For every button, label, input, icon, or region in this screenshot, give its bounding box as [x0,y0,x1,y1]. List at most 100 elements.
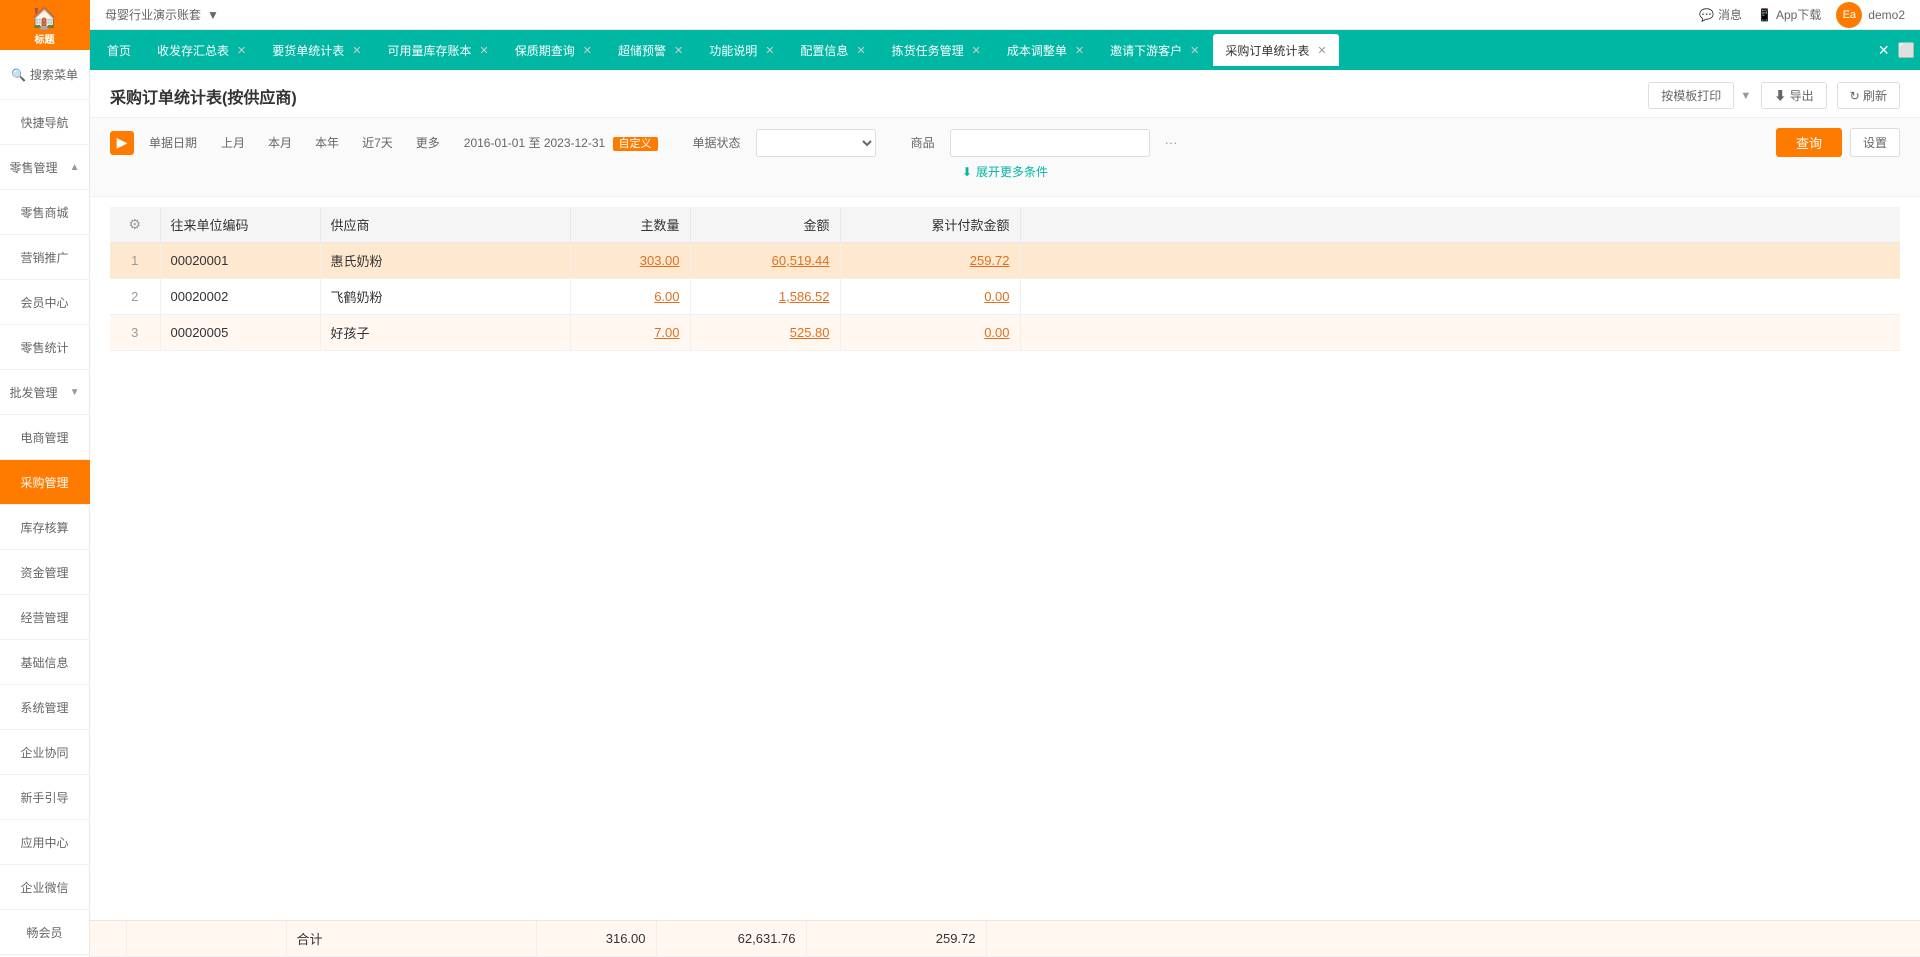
tab-purchase-stats-close[interactable]: ✕ [1317,44,1326,57]
table-row[interactable]: 2 00020002 飞鹤奶粉 6.00 1,586.52 0.00 [110,279,1900,315]
row-empty [1020,315,1900,351]
tab-pick-task-close[interactable]: ✕ [972,44,981,57]
tab-cost-adjust-close[interactable]: ✕ [1075,44,1084,57]
sidebar-item-finance[interactable]: 资金管理 [0,550,90,595]
tab-warranty[interactable]: 保质期查询 ✕ [503,34,604,66]
date-shortcut-7days[interactable]: 近7天 [353,131,402,154]
sidebar-item-ops[interactable]: 经营管理 [0,595,90,640]
sidebar-item-wechat[interactable]: 企业微信 [0,865,90,910]
footer-empty-code [126,921,286,957]
app-download-button[interactable]: 📱 App下载 [1757,6,1821,23]
goods-filter-input[interactable] [950,129,1150,157]
sidebar: 🏠 标题 🔍 搜索菜单 快捷导航 零售管理 ▲ 零售商城 营销推广 会员中心 零… [0,0,90,957]
tab-overstock-close[interactable]: ✕ [674,44,683,57]
nav-tabs: 首页 收发存汇总表 ✕ 要货单统计表 ✕ 可用量库存账本 ✕ 保质期查询 ✕ 超… [90,30,1920,70]
message-button[interactable]: 💬 消息 [1699,6,1742,23]
maximize-icon[interactable]: ⬜ [1898,42,1915,59]
sidebar-item-retail[interactable]: 零售管理 ▲ [0,145,90,190]
amount-link[interactable]: 60,519.44 [772,253,830,268]
refresh-button[interactable]: ↻ 刷新 [1837,82,1900,109]
tab-guide[interactable]: 功能说明 ✕ [697,34,786,66]
sidebar-item-guide[interactable]: 新手引导 [0,775,90,820]
settings-button[interactable]: 设置 [1850,128,1900,157]
paid-link[interactable]: 0.00 [984,289,1009,304]
sidebar-item-wholesale[interactable]: 批发管理 ▼ [0,370,90,415]
gear-icon[interactable]: ⚙ [128,216,141,232]
expand-filter-button[interactable]: ⬇ 展开更多条件 [962,163,1048,180]
paid-link[interactable]: 259.72 [970,253,1010,268]
close-all-icon[interactable]: ✕ [1878,42,1890,59]
print-dropdown-icon[interactable]: ▼ [1740,90,1751,102]
tab-config-close[interactable]: ✕ [856,44,865,57]
date-shortcut-this-month[interactable]: 本月 [259,131,301,154]
query-button[interactable]: 查询 [1776,128,1842,157]
sidebar-item-retail-shop[interactable]: 零售商城 [0,190,90,235]
user-menu[interactable]: Ea demo2 [1836,2,1905,28]
tab-guide-close[interactable]: ✕ [765,44,774,57]
amount-link[interactable]: 1,586.52 [779,289,830,304]
table-row[interactable]: 1 00020001 惠氏奶粉 303.00 60,519.44 259.72 [110,243,1900,279]
tab-collect[interactable]: 收发存汇总表 ✕ [145,34,258,66]
table-row[interactable]: 3 00020005 好孩子 7.00 525.80 0.00 [110,315,1900,351]
col-header-supplier: 供应商 [320,207,570,243]
nav-tabs-actions: ✕ ⬜ [1878,42,1915,59]
table-header-row: ⚙ 往来单位编码 供应商 主数量 金额 累计付款金额 [110,207,1900,243]
row-index: 1 [110,243,160,279]
paid-link[interactable]: 0.00 [984,325,1009,340]
sidebar-item-purchase[interactable]: 采购管理 [0,460,90,505]
qty-link[interactable]: 7.00 [654,325,679,340]
tab-purchase-stats[interactable]: 采购订单统计表 ✕ [1213,34,1338,66]
goods-filter-more-icon[interactable]: ··· [1165,135,1178,150]
tab-order-stats[interactable]: 要货单统计表 ✕ [260,34,373,66]
tab-home[interactable]: 首页 [95,34,143,66]
sidebar-quick-nav[interactable]: 快捷导航 [0,100,90,145]
sidebar-item-enterprise[interactable]: 企业协同 [0,730,90,775]
date-shortcut-more[interactable]: 更多 [407,131,449,154]
tab-pick-task-label: 拣货任务管理 [892,42,964,59]
footer-label: 合计 [286,921,536,957]
tab-inventory-book[interactable]: 可用量库存账本 ✕ [375,34,500,66]
sidebar-item-label: 采购管理 [20,474,68,491]
sidebar-item-system[interactable]: 系统管理 [0,685,90,730]
tab-collect-close[interactable]: ✕ [237,44,246,57]
tab-overstock[interactable]: 超储预警 ✕ [606,34,695,66]
qty-link[interactable]: 303.00 [640,253,680,268]
filter-row: ▶ 单据日期 上月 本月 本年 近7天 更多 2016-01-01 至 2023… [110,128,1900,157]
row-paid: 0.00 [840,315,1020,351]
footer-amount: 62,631.76 [656,921,806,957]
col-header-code: 往来单位编码 [160,207,320,243]
sidebar-item-retail-stats[interactable]: 零售统计 [0,325,90,370]
tab-inventory-book-close[interactable]: ✕ [480,44,489,57]
status-filter-select[interactable] [756,129,876,157]
amount-link[interactable]: 525.80 [790,325,830,340]
app-download-label: App下载 [1776,6,1821,23]
row-index: 2 [110,279,160,315]
sidebar-item-basic[interactable]: 基础信息 [0,640,90,685]
tab-pick-task[interactable]: 拣货任务管理 ✕ [880,34,993,66]
sidebar-item-membership[interactable]: 会员中心 [0,280,90,325]
sidebar-item-marketing[interactable]: 营销推广 [0,235,90,280]
tab-order-stats-close[interactable]: ✕ [352,44,361,57]
expand-icon: ⬇ [962,165,972,179]
tab-config[interactable]: 配置信息 ✕ [788,34,877,66]
row-code: 00020001 [160,243,320,279]
export-button[interactable]: ⬇ 导出 [1761,82,1826,109]
sidebar-search[interactable]: 🔍 搜索菜单 [0,50,90,100]
workspace-dropdown-icon[interactable]: ▼ [207,8,219,22]
row-supplier: 惠氏奶粉 [320,243,570,279]
sidebar-item-inventory[interactable]: 库存核算 [0,505,90,550]
tab-invite-close[interactable]: ✕ [1190,44,1199,57]
tab-invite[interactable]: 邀请下游客户 ✕ [1098,34,1211,66]
date-range-text: 2016-01-01 至 2023-12-31 [464,136,605,150]
row-code: 00020005 [160,315,320,351]
tab-warranty-close[interactable]: ✕ [583,44,592,57]
sidebar-item-vip[interactable]: 畅会员 [0,910,90,955]
tab-cost-adjust[interactable]: 成本调整单 ✕ [995,34,1096,66]
date-shortcut-this-year[interactable]: 本年 [306,131,348,154]
print-button[interactable]: 按模板打印 [1648,82,1734,109]
filter-toggle-button[interactable]: ▶ [110,131,134,155]
qty-link[interactable]: 6.00 [654,289,679,304]
sidebar-item-ecommerce[interactable]: 电商管理 [0,415,90,460]
date-shortcut-last-month[interactable]: 上月 [212,131,254,154]
sidebar-item-apps[interactable]: 应用中心 [0,820,90,865]
